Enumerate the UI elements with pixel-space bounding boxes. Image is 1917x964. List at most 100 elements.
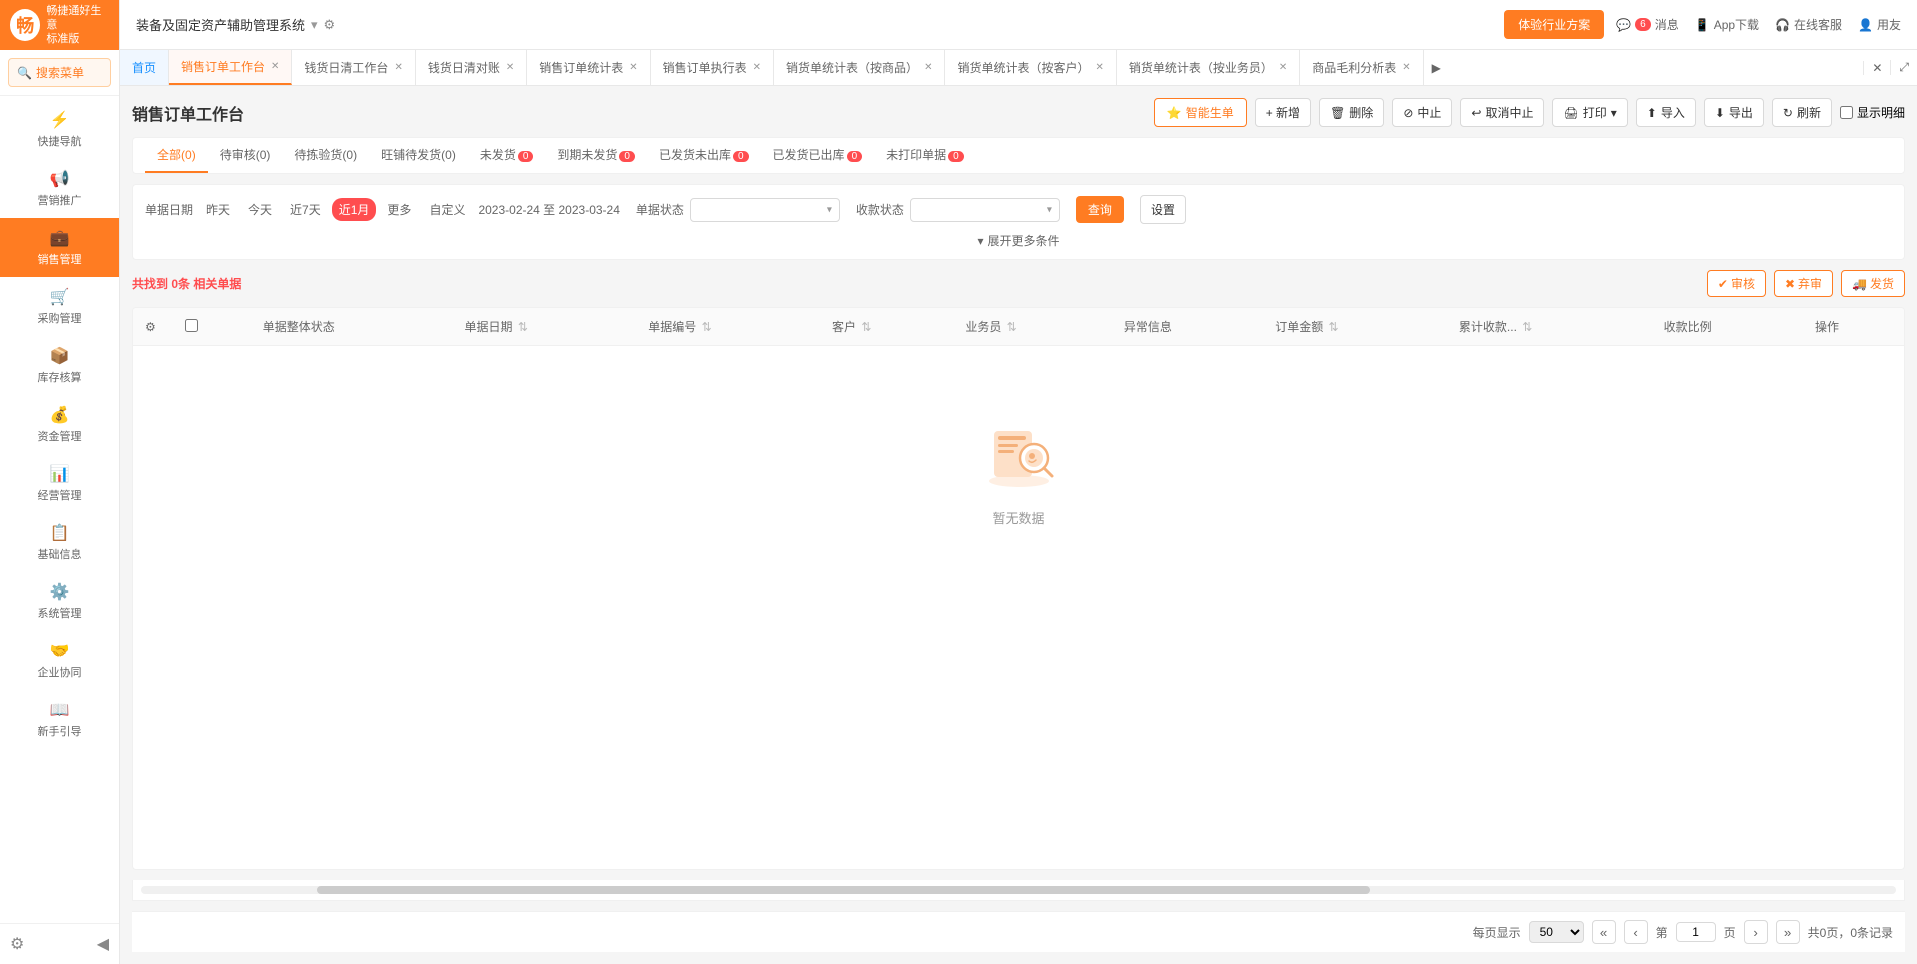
tab-expand-button[interactable]: ⤢ (1890, 60, 1917, 75)
enterprise-icon: 🤝 (50, 641, 70, 661)
tab-sales-summary-product-close[interactable]: ✕ (924, 62, 932, 73)
sub-tab-shipped-not-out[interactable]: 已发货未出库0 (647, 138, 761, 173)
tab-cash-reconcile[interactable]: 钱货日清对账 ✕ (416, 50, 527, 85)
tab-sales-workbench-close[interactable]: ✕ (271, 61, 279, 72)
expand-filter-button[interactable]: ▾ 展开更多条件 (977, 232, 1059, 249)
scroll-thumb[interactable] (317, 886, 1370, 894)
sort-date-icon[interactable]: ⇅ (518, 320, 528, 334)
tab-sales-stats-label: 销售订单统计表 (539, 59, 623, 76)
tab-unpin-button[interactable]: ✕ (1863, 61, 1890, 75)
first-page-button[interactable]: « (1592, 920, 1616, 944)
date-btn-1month[interactable]: 近1月 (332, 198, 377, 221)
show-detail-checkbox-label[interactable]: 显示明细 (1840, 104, 1905, 121)
next-page-button[interactable]: › (1744, 920, 1768, 944)
sort-amount-icon[interactable]: ⇅ (1329, 320, 1339, 334)
user-action[interactable]: 👤 用友 (1858, 16, 1901, 33)
tab-home[interactable]: 首页 (120, 50, 169, 85)
unpin-icon: ✕ (1872, 61, 1882, 75)
sub-tab-pending[interactable]: 待审核(0) (208, 138, 283, 173)
industry-btn[interactable]: 体验行业方案 (1504, 10, 1604, 39)
filter-payment-select[interactable] (910, 198, 1060, 222)
tab-sales-exec-close[interactable]: ✕ (753, 62, 761, 73)
stop-button[interactable]: ⊘ 中止 (1392, 98, 1452, 127)
sidebar-item-system[interactable]: ⚙️ 系统管理 (0, 572, 119, 631)
smart-create-button[interactable]: ⭐ 智能生单 (1154, 98, 1247, 127)
sidebar-item-finance[interactable]: 💰 资金管理 (0, 395, 119, 454)
sub-tab-wangpu-ship[interactable]: 旺铺待发货(0) (369, 138, 468, 173)
sidebar-item-quick[interactable]: ⚡ 快捷导航 (0, 100, 119, 159)
date-btn-today[interactable]: 今天 (241, 198, 279, 221)
tab-sales-exec[interactable]: 销售订单执行表 ✕ (651, 50, 774, 85)
tab-sales-summary-customer-close[interactable]: ✕ (1095, 62, 1103, 73)
topbar: 装备及固定资产辅助管理系统 ▾ ⚙ 体验行业方案 💬 6 消息 📱 App下载 … (120, 0, 1917, 50)
tab-cash-daily-close[interactable]: ✕ (394, 62, 402, 73)
sort-number-icon[interactable]: ⇅ (702, 320, 712, 334)
tab-gross-margin-close[interactable]: ✕ (1402, 62, 1410, 73)
sort-staff-icon[interactable]: ⇅ (1007, 320, 1017, 334)
show-detail-checkbox[interactable] (1840, 106, 1853, 119)
tab-gross-margin[interactable]: 商品毛利分析表 ✕ (1300, 50, 1423, 85)
sub-tab-pending-inspect[interactable]: 待拣验货(0) (282, 138, 369, 173)
sort-received-icon[interactable]: ⇅ (1522, 320, 1532, 334)
page-size-label: 每页显示 (1473, 924, 1521, 941)
sidebar-item-inventory[interactable]: 📦 库存核算 (0, 336, 119, 395)
sidebar-item-enterprise[interactable]: 🤝 企业协同 (0, 631, 119, 690)
sidebar-item-marketing[interactable]: 📢 营销推广 (0, 159, 119, 218)
sort-customer-icon[interactable]: ⇅ (861, 320, 871, 334)
select-all-checkbox[interactable] (185, 319, 198, 332)
import-button[interactable]: ⬆ 导入 (1636, 98, 1696, 127)
page-input[interactable] (1676, 922, 1716, 942)
print-button[interactable]: 🖨 打印 ▾ (1552, 98, 1627, 127)
sidebar-item-purchase[interactable]: 🛒 采购管理 (0, 277, 119, 336)
record-count-value: 0条 (171, 277, 193, 291)
sidebar-item-operations[interactable]: 📊 经营管理 (0, 454, 119, 513)
date-btn-more[interactable]: 更多 (380, 198, 418, 221)
tab-cash-daily[interactable]: 钱货日清工作台 ✕ (292, 50, 415, 85)
date-btn-7days[interactable]: 近7天 (283, 198, 328, 221)
tabbar: 首页 销售订单工作台 ✕ 钱货日清工作台 ✕ 钱货日清对账 ✕ 销售订单统计表 … (120, 50, 1917, 86)
tab-sales-summary-product[interactable]: 销货单统计表（按商品） ✕ (774, 50, 945, 85)
collapse-icon[interactable]: ◀ (97, 934, 109, 954)
gear-button[interactable]: ⚙ (324, 17, 336, 33)
sub-tab-overdue-ship[interactable]: 到期未发货0 (545, 138, 647, 173)
table-empty-row: 暂无数据 (133, 346, 1904, 588)
tab-sales-summary-staff-close[interactable]: ✕ (1279, 62, 1287, 73)
cancel-audit-button[interactable]: ✖ 弃审 (1774, 270, 1833, 297)
date-btn-yesterday[interactable]: 昨天 (199, 198, 237, 221)
sub-tab-shipped-out[interactable]: 已发货已出库0 (761, 138, 875, 173)
cancel-stop-button[interactable]: ↩ 取消中止 (1460, 98, 1544, 127)
tab-sales-stats[interactable]: 销售订单统计表 ✕ (527, 50, 650, 85)
app-download-action[interactable]: 📱 App下载 (1695, 16, 1759, 33)
refresh-icon: ↻ (1783, 106, 1793, 120)
add-button[interactable]: + 新增 (1255, 98, 1311, 127)
settings-bottom-icon[interactable]: ⚙ (10, 934, 24, 954)
query-button[interactable]: 查询 (1076, 196, 1124, 223)
search-menu-button[interactable]: 🔍 搜索菜单 (8, 58, 111, 87)
tab-cash-reconcile-close[interactable]: ✕ (506, 62, 514, 73)
last-page-button[interactable]: » (1776, 920, 1800, 944)
refresh-button[interactable]: ↻ 刷新 (1772, 98, 1832, 127)
sidebar-item-guide[interactable]: 📖 新手引导 (0, 690, 119, 749)
page-size-select[interactable]: 20 50 100 (1529, 921, 1584, 943)
tab-sales-summary-customer[interactable]: 销货单统计表（按客户） ✕ (945, 50, 1116, 85)
tab-more-button[interactable]: ▶ (1424, 50, 1449, 85)
filter-settings-button[interactable]: 设置 (1140, 195, 1186, 224)
sub-tab-all[interactable]: 全部(0) (145, 138, 208, 173)
online-service-action[interactable]: 🎧 在线客服 (1775, 16, 1842, 33)
sidebar-item-base[interactable]: 📋 基础信息 (0, 513, 119, 572)
date-btn-custom[interactable]: 自定义 (422, 198, 472, 221)
sub-tab-not-printed[interactable]: 未打印单据0 (874, 138, 976, 173)
tab-sales-workbench[interactable]: 销售订单工作台 ✕ (169, 50, 292, 85)
prev-page-button[interactable]: ‹ (1624, 920, 1648, 944)
message-action[interactable]: 💬 6 消息 (1616, 16, 1679, 33)
topbar-dropdown-arrow[interactable]: ▾ (311, 17, 318, 33)
sidebar-item-sales[interactable]: 💼 销售管理 (0, 218, 119, 277)
tab-sales-stats-close[interactable]: ✕ (629, 62, 637, 73)
export-button[interactable]: ⬇ 导出 (1704, 98, 1764, 127)
delete-button[interactable]: 🗑 删除 (1319, 98, 1384, 127)
sub-tab-not-shipped[interactable]: 未发货0 (468, 138, 546, 173)
ship-button[interactable]: 🚚 发货 (1841, 270, 1905, 297)
filter-status-select[interactable] (690, 198, 840, 222)
tab-sales-summary-staff[interactable]: 销货单统计表（按业务员） ✕ (1117, 50, 1300, 85)
audit-button[interactable]: ✔ 审核 (1707, 270, 1766, 297)
